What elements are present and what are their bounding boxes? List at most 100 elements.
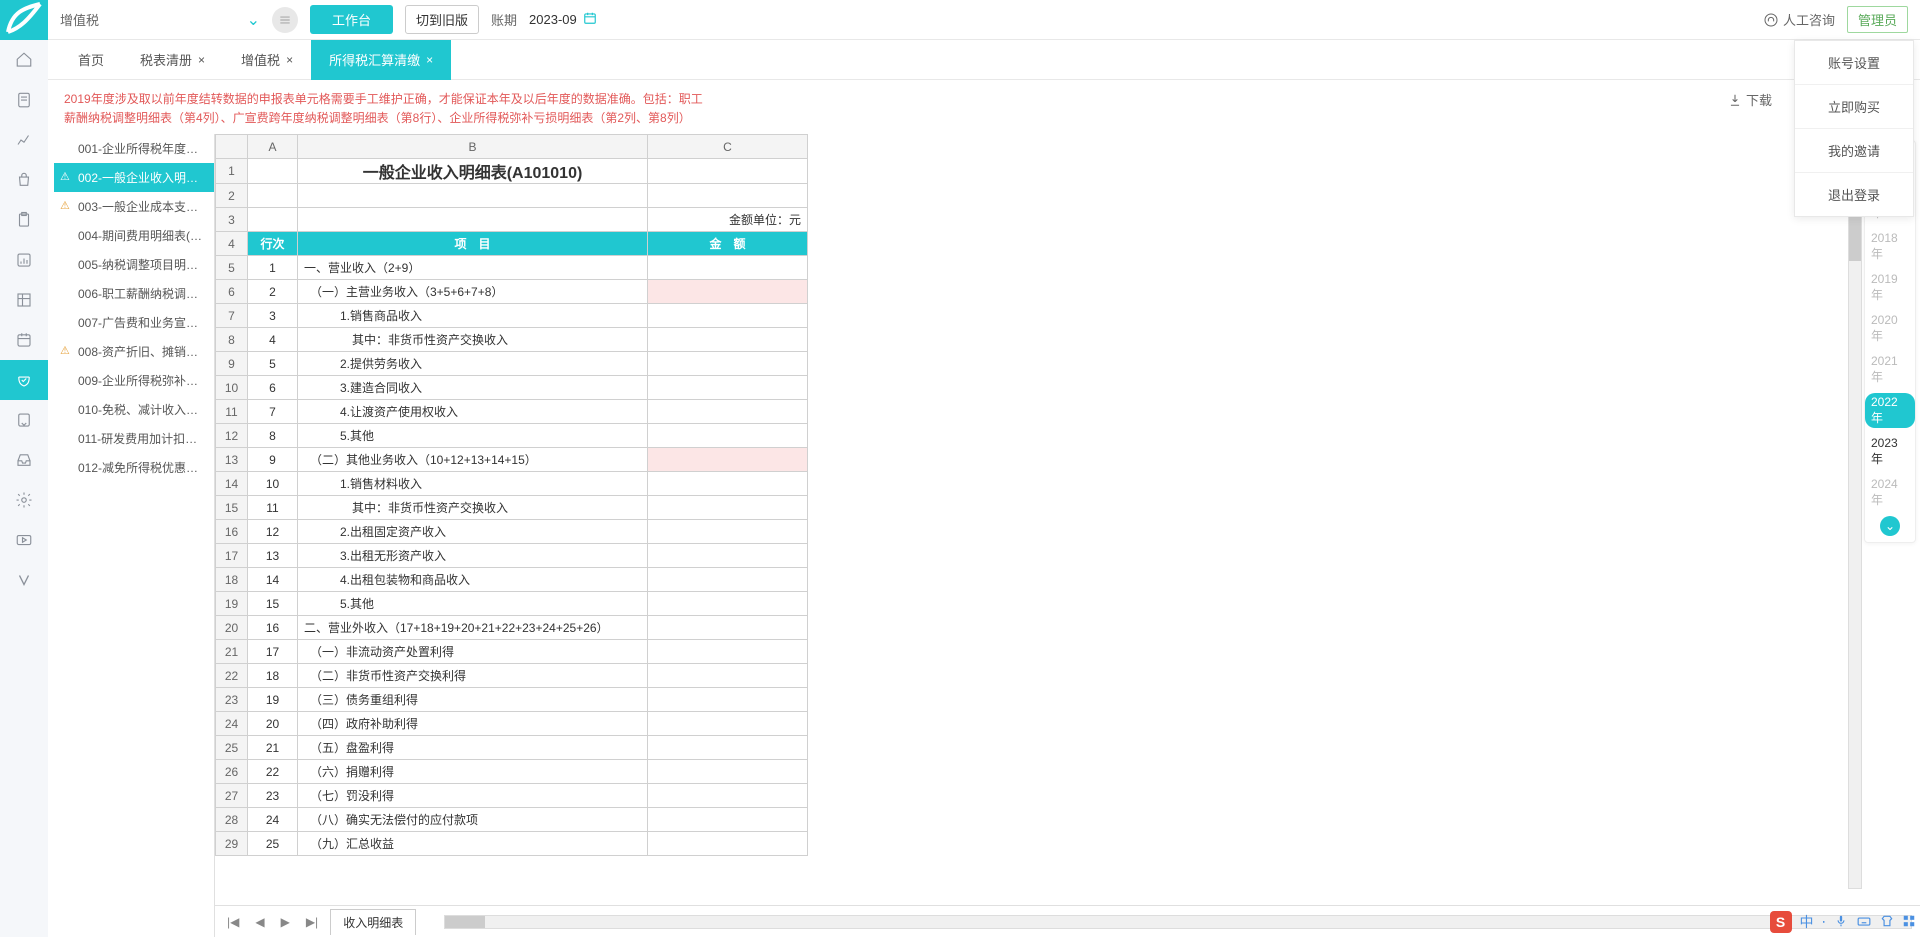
row-num-cell[interactable]: 21 bbox=[248, 736, 298, 760]
year-more-icon[interactable]: ⌄ bbox=[1880, 516, 1900, 536]
row-desc-cell[interactable]: （二）非货币性资产交换利得 bbox=[298, 664, 648, 688]
row-num-cell[interactable]: 11 bbox=[248, 496, 298, 520]
row-desc-cell[interactable]: （六）捐赠利得 bbox=[298, 760, 648, 784]
nav-bag-icon[interactable] bbox=[0, 160, 48, 200]
nav-report-icon[interactable] bbox=[0, 240, 48, 280]
row-desc-cell[interactable]: 5.其他 bbox=[298, 424, 648, 448]
close-icon[interactable]: × bbox=[426, 53, 433, 67]
row-header[interactable]: 28 bbox=[216, 808, 248, 832]
row-num-cell[interactable]: 3 bbox=[248, 304, 298, 328]
form-list-item-4[interactable]: 005-纳税调整项目明细表(A1... bbox=[54, 250, 214, 279]
nav-tax-icon[interactable] bbox=[0, 360, 48, 400]
row-desc-cell[interactable]: 2.出租固定资产收入 bbox=[298, 520, 648, 544]
row-header[interactable]: 11 bbox=[216, 400, 248, 424]
form-list-item-3[interactable]: 004-期间费用明细表(A1040... bbox=[54, 221, 214, 250]
row-num-cell[interactable]: 2 bbox=[248, 280, 298, 304]
row-num-cell[interactable]: 10 bbox=[248, 472, 298, 496]
row-desc-cell[interactable]: 其中：非货币性资产交换收入 bbox=[298, 496, 648, 520]
year-2020年[interactable]: 2020年 bbox=[1865, 311, 1915, 346]
row-desc-cell[interactable]: 4.让渡资产使用权收入 bbox=[298, 400, 648, 424]
row-num-cell[interactable]: 16 bbox=[248, 616, 298, 640]
year-2018年[interactable]: 2018年 bbox=[1865, 229, 1915, 264]
nav-video-icon[interactable] bbox=[0, 520, 48, 560]
col-header-A[interactable]: A bbox=[248, 135, 298, 159]
row-desc-cell[interactable]: （五）盘盈利得 bbox=[298, 736, 648, 760]
tab-2[interactable]: 增值税× bbox=[223, 40, 311, 80]
row-num-cell[interactable]: 14 bbox=[248, 568, 298, 592]
row-num-cell[interactable]: 17 bbox=[248, 640, 298, 664]
close-icon[interactable]: × bbox=[286, 53, 293, 67]
nav-archive-icon[interactable] bbox=[0, 400, 48, 440]
year-2023年[interactable]: 2023年 bbox=[1865, 434, 1915, 469]
row-num-cell[interactable]: 25 bbox=[248, 832, 298, 856]
row-header[interactable]: 17 bbox=[216, 544, 248, 568]
amount-cell[interactable] bbox=[648, 568, 808, 592]
workbench-button[interactable]: 工作台 bbox=[310, 5, 393, 34]
row-num-cell[interactable]: 5 bbox=[248, 352, 298, 376]
amount-cell[interactable] bbox=[648, 376, 808, 400]
company-selector[interactable]: 增值税 ⌄ bbox=[60, 10, 260, 30]
amount-cell[interactable] bbox=[648, 784, 808, 808]
row-desc-cell[interactable]: （九）汇总收益 bbox=[298, 832, 648, 856]
row-header[interactable]: 20 bbox=[216, 616, 248, 640]
admin-menu-item-2[interactable]: 我的邀请 bbox=[1795, 129, 1913, 173]
row-num-cell[interactable]: 7 bbox=[248, 400, 298, 424]
row-desc-cell[interactable]: 4.出租包装物和商品收入 bbox=[298, 568, 648, 592]
row-num-cell[interactable]: 18 bbox=[248, 664, 298, 688]
row-desc-cell[interactable]: 5.其他 bbox=[298, 592, 648, 616]
amount-cell[interactable] bbox=[648, 640, 808, 664]
row-desc-cell[interactable]: （八）确实无法偿付的应付款项 bbox=[298, 808, 648, 832]
ime-mic-icon[interactable] bbox=[1834, 914, 1848, 931]
admin-menu-item-3[interactable]: 退出登录 bbox=[1795, 173, 1913, 216]
row-num-cell[interactable]: 4 bbox=[248, 328, 298, 352]
row-header[interactable]: 5 bbox=[216, 256, 248, 280]
row-header[interactable]: 26 bbox=[216, 760, 248, 784]
old-version-button[interactable]: 切到旧版 bbox=[405, 5, 479, 34]
row-num-cell[interactable]: 20 bbox=[248, 712, 298, 736]
close-icon[interactable]: × bbox=[198, 53, 205, 67]
nav-home-icon[interactable] bbox=[0, 40, 48, 80]
ime-lang[interactable]: 中 bbox=[1800, 912, 1814, 932]
amount-cell[interactable] bbox=[648, 424, 808, 448]
sheet-first-icon[interactable]: |◀ bbox=[223, 915, 243, 929]
period-picker[interactable]: 2023-09 bbox=[529, 11, 597, 28]
row-desc-cell[interactable]: （三）债务重组利得 bbox=[298, 688, 648, 712]
year-2021年[interactable]: 2021年 bbox=[1865, 352, 1915, 387]
form-list-item-7[interactable]: ⚠008-资产折旧、摊销及纳税... bbox=[54, 337, 214, 366]
row-desc-cell[interactable]: 一、营业收入（2+9） bbox=[298, 256, 648, 280]
download-button[interactable]: 下载 bbox=[1728, 90, 1772, 109]
nav-inbox-icon[interactable] bbox=[0, 440, 48, 480]
admin-button[interactable]: 管理员 bbox=[1847, 6, 1908, 33]
row-desc-cell[interactable]: （一）非流动资产处置利得 bbox=[298, 640, 648, 664]
row-header[interactable]: 12 bbox=[216, 424, 248, 448]
row-header[interactable]: 1 bbox=[216, 159, 248, 184]
nav-v-icon[interactable] bbox=[0, 560, 48, 600]
amount-cell[interactable] bbox=[648, 712, 808, 736]
nav-chart-icon[interactable] bbox=[0, 120, 48, 160]
row-header[interactable]: 15 bbox=[216, 496, 248, 520]
row-header[interactable]: 23 bbox=[216, 688, 248, 712]
row-num-cell[interactable]: 13 bbox=[248, 544, 298, 568]
menu-round-button[interactable] bbox=[272, 7, 298, 33]
consult-link[interactable]: 人工咨询 bbox=[1763, 10, 1835, 29]
amount-cell[interactable] bbox=[648, 328, 808, 352]
amount-cell[interactable] bbox=[648, 592, 808, 616]
form-list-item-11[interactable]: 012-减免所得税优惠明细表(... bbox=[54, 453, 214, 482]
row-header[interactable]: 9 bbox=[216, 352, 248, 376]
row-header[interactable]: 10 bbox=[216, 376, 248, 400]
row-header[interactable]: 7 bbox=[216, 304, 248, 328]
row-num-cell[interactable]: 6 bbox=[248, 376, 298, 400]
nav-form-icon[interactable] bbox=[0, 280, 48, 320]
form-list-item-8[interactable]: 009-企业所得税弥补亏损明... bbox=[54, 366, 214, 395]
row-num-cell[interactable]: 15 bbox=[248, 592, 298, 616]
vertical-scrollbar[interactable] bbox=[1848, 140, 1862, 889]
row-desc-cell[interactable]: 1.销售材料收入 bbox=[298, 472, 648, 496]
amount-cell[interactable] bbox=[648, 520, 808, 544]
form-list-item-5[interactable]: 006-职工薪酬纳税调整明细... bbox=[54, 279, 214, 308]
row-num-cell[interactable]: 24 bbox=[248, 808, 298, 832]
amount-cell[interactable] bbox=[648, 400, 808, 424]
amount-cell[interactable] bbox=[648, 664, 808, 688]
nav-calendar-icon[interactable] bbox=[0, 320, 48, 360]
row-num-cell[interactable]: 9 bbox=[248, 448, 298, 472]
ime-punct[interactable]: ‧ bbox=[1822, 914, 1826, 931]
